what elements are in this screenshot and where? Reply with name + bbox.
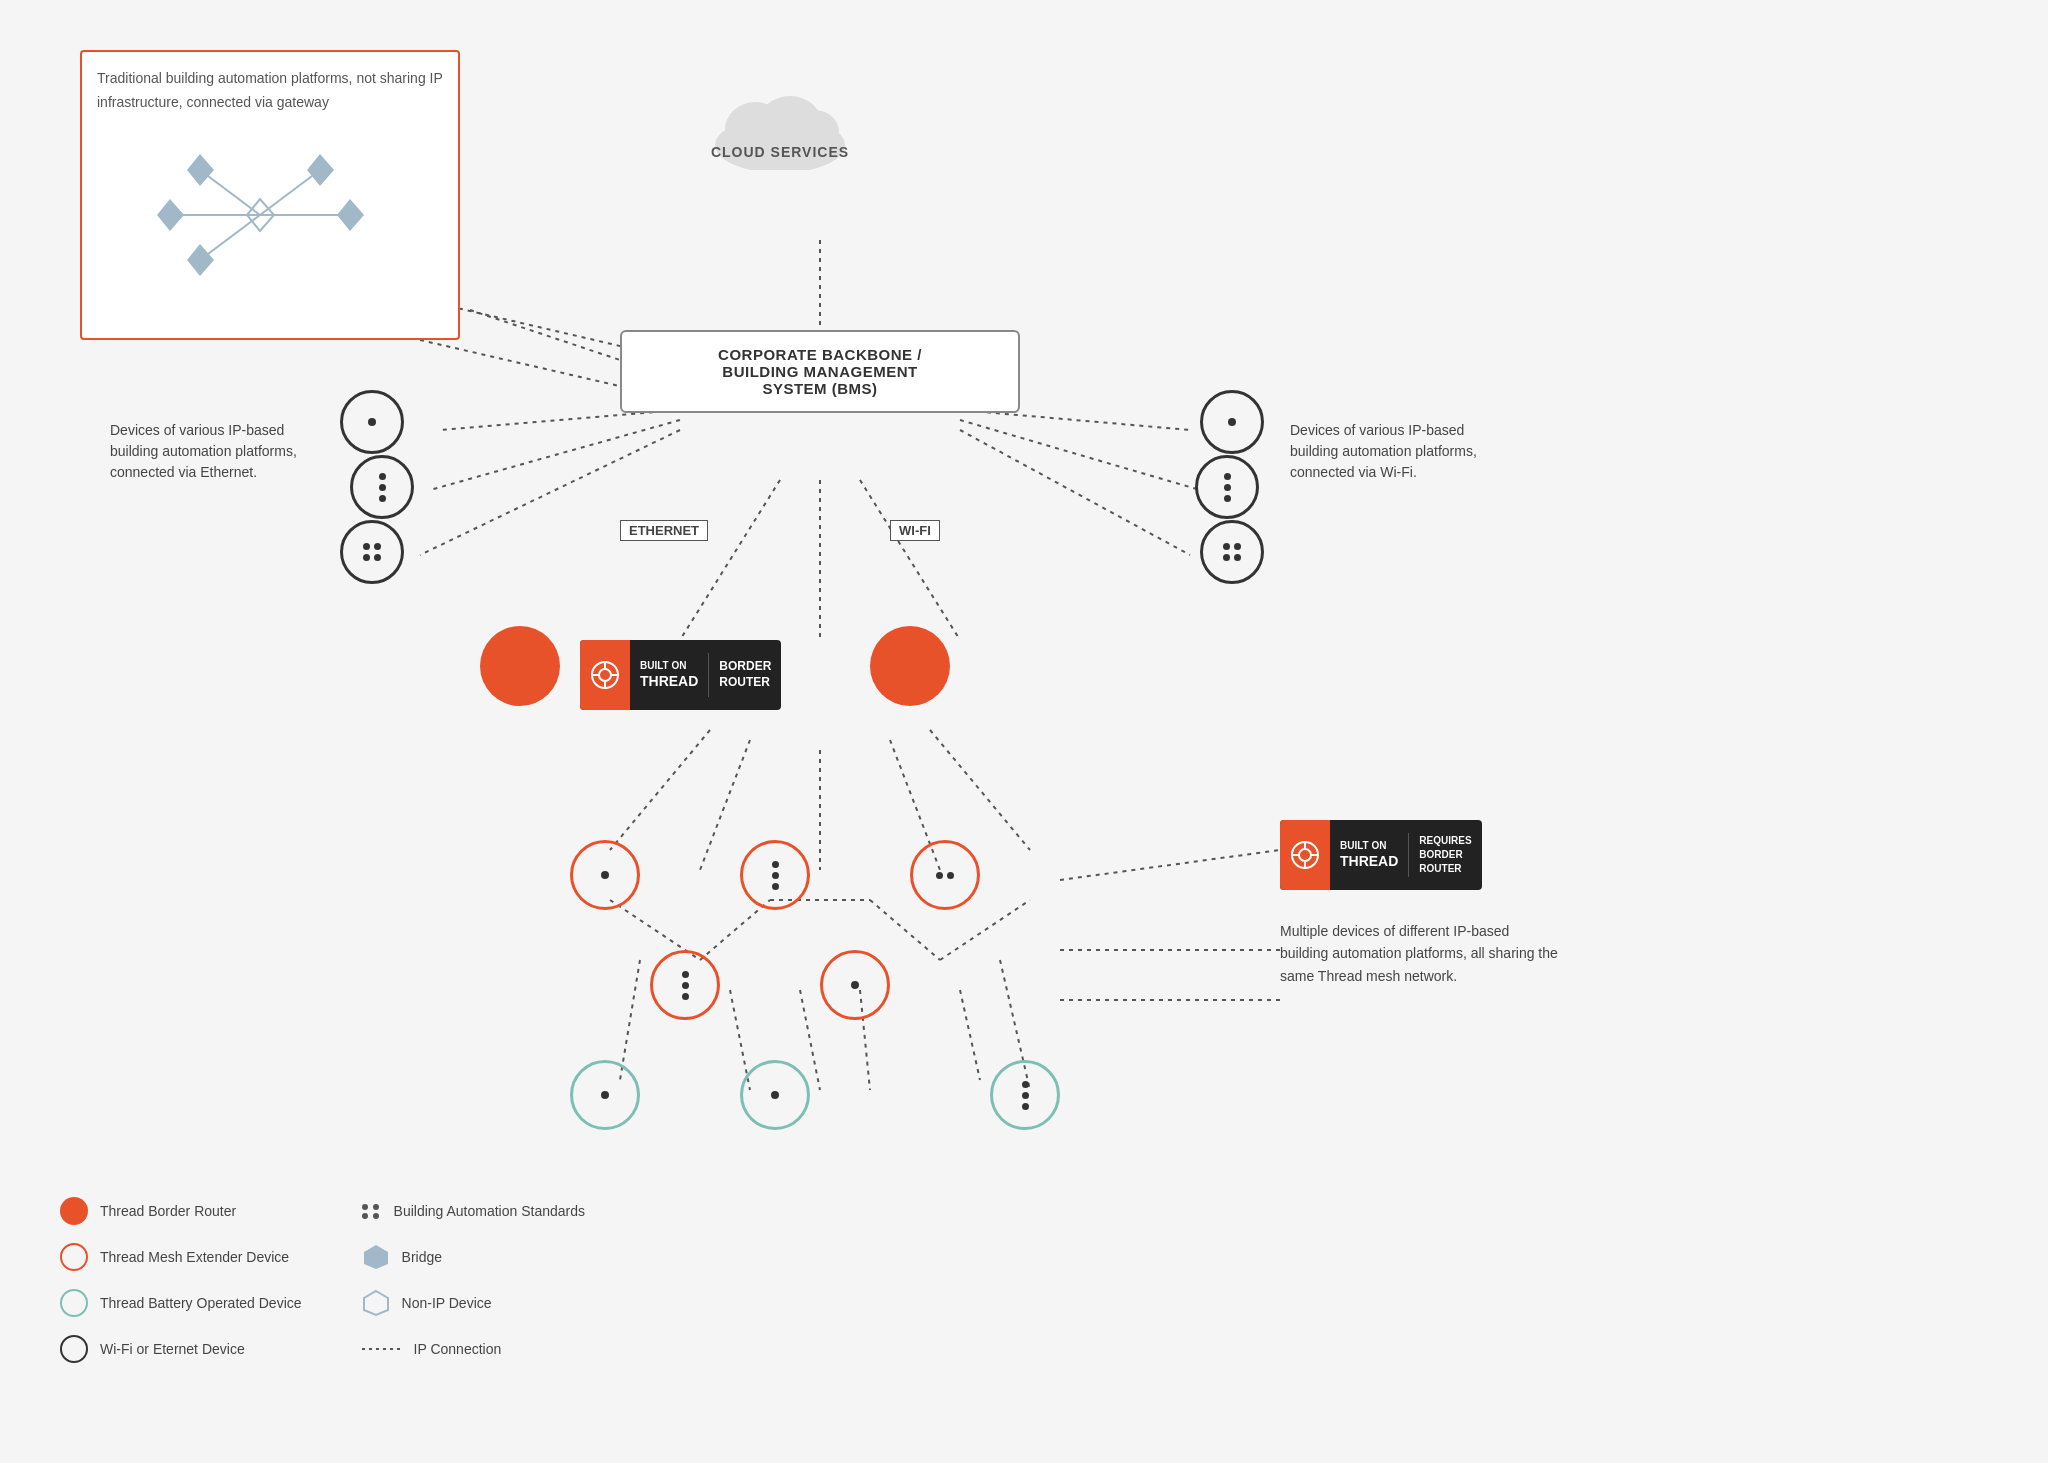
legend-wifi: Wi-Fi or Eternet Device: [60, 1335, 302, 1363]
svg-line-45: [260, 170, 320, 215]
battery-node-2: [740, 1060, 810, 1130]
svg-line-5: [430, 420, 680, 490]
border-router-right: [870, 626, 950, 706]
border-router-badge-main: BUILT ON THREAD BORDER ROUTER: [580, 640, 781, 710]
border-router-left: [480, 626, 560, 706]
legend-border-router: Thread Border Router: [60, 1197, 302, 1225]
eth-node-3: [340, 520, 404, 584]
badge-thread-icon-main: [580, 640, 630, 710]
svg-line-29: [1060, 850, 1280, 880]
bms-line3: SYSTEM (BMS): [642, 380, 998, 397]
svg-line-9: [960, 430, 1190, 555]
badge-built-on-requires: BUILT ON THREAD: [1330, 833, 1409, 876]
badge-requires-border-router: REQUIRES BORDER ROUTER: [1409, 828, 1481, 882]
legend-bridge-label: Bridge: [402, 1249, 442, 1265]
legend-bridge: Bridge: [362, 1243, 604, 1271]
legend-mesh-icon: [60, 1243, 88, 1271]
svg-line-11: [860, 480, 960, 640]
battery-node-3: [990, 1060, 1060, 1130]
svg-line-42: [200, 170, 260, 215]
old-network-label: Traditional building automation platform…: [97, 67, 443, 115]
svg-line-21: [870, 900, 940, 960]
legend-non-ip-label: Non-IP Device: [402, 1295, 492, 1311]
wifi-node-1: [1200, 390, 1264, 454]
legend-ip-connection: IP Connection: [362, 1335, 604, 1363]
svg-line-44: [200, 215, 260, 260]
mesh-node-1: [570, 840, 640, 910]
wifi-node-2: [1195, 455, 1259, 519]
legend-ip-label: IP Connection: [414, 1341, 502, 1357]
svg-line-23: [620, 960, 640, 1080]
bms-line1: CORPORATE BACKBONE /: [642, 346, 998, 363]
badge-thread-icon-requires: [1280, 820, 1330, 890]
svg-line-7: [960, 410, 1190, 430]
legend-border-router-label: Thread Border Router: [100, 1203, 236, 1219]
wifi-node-3: [1200, 520, 1264, 584]
legend-battery: Thread Battery Operated Device: [60, 1289, 302, 1317]
wifi-devices-label: Devices of various IP-based building aut…: [1290, 420, 1510, 483]
bms-line2: BUILDING MANAGEMENT: [642, 363, 998, 380]
legend-battery-icon: [60, 1289, 88, 1317]
mesh-node-5: [820, 950, 890, 1020]
thread-multi-label: Multiple devices of different IP-based b…: [1280, 920, 1560, 987]
wifi-label: WI-FI: [890, 520, 940, 541]
legend-battery-label: Thread Battery Operated Device: [100, 1295, 302, 1311]
eth-node-1: [340, 390, 404, 454]
svg-line-27: [960, 990, 980, 1080]
legend-building-auto-label: Building Automation Standards: [394, 1203, 585, 1219]
legend-wifi-icon: [60, 1335, 88, 1363]
legend-non-ip-icon: [362, 1289, 390, 1317]
badge-built-on-main: BUILT ON THREAD: [630, 653, 709, 696]
svg-line-14: [700, 740, 750, 870]
mesh-node-4: [650, 950, 720, 1020]
legend-non-ip: Non-IP Device: [362, 1289, 604, 1317]
legend-mesh-label: Thread Mesh Extender Device: [100, 1249, 289, 1265]
svg-line-17: [930, 730, 1030, 850]
border-router-badge-requires: BUILT ON THREAD REQUIRES BORDER ROUTER: [1280, 820, 1482, 890]
eth-devices-label: Devices of various IP-based building aut…: [110, 420, 320, 483]
legend-wifi-label: Wi-Fi or Eternet Device: [100, 1341, 245, 1357]
legend-bridge-icon: [362, 1243, 390, 1271]
svg-marker-60: [364, 1291, 388, 1315]
mesh-node-2: [740, 840, 810, 910]
svg-line-19: [700, 900, 770, 960]
bms-box: CORPORATE BACKBONE / BUILDING MANAGEMENT…: [620, 330, 1020, 413]
cloud-label: CLOUD SERVICES: [700, 144, 860, 160]
svg-line-22: [940, 900, 1030, 960]
legend-border-router-icon: [60, 1197, 88, 1225]
legend-building-auto: Building Automation Standards: [362, 1197, 604, 1225]
svg-line-13: [610, 730, 710, 850]
svg-point-48: [599, 669, 611, 681]
cloud-services: CLOUD SERVICES: [700, 80, 860, 160]
legend-building-auto-icon: [362, 1204, 382, 1219]
eth-node-2: [350, 455, 414, 519]
svg-point-54: [1299, 849, 1311, 861]
svg-line-8: [960, 420, 1200, 490]
svg-line-4: [440, 410, 680, 430]
legend: Thread Border Router Building Automation…: [60, 1197, 603, 1363]
badge-border-router-main: BORDER ROUTER: [709, 653, 781, 696]
ethernet-label: ETHERNET: [620, 520, 708, 541]
svg-line-10: [680, 480, 780, 640]
legend-ip-icon: [362, 1342, 402, 1356]
legend-mesh-extender: Thread Mesh Extender Device: [60, 1243, 302, 1271]
svg-marker-40: [307, 154, 334, 186]
diagram-container: .dotted-line { stroke: #555; stroke-widt…: [0, 0, 2048, 1463]
old-network-box: Traditional building automation platform…: [80, 50, 460, 340]
battery-node-1: [570, 1060, 640, 1130]
svg-marker-59: [364, 1245, 388, 1269]
mesh-node-3: [910, 840, 980, 910]
